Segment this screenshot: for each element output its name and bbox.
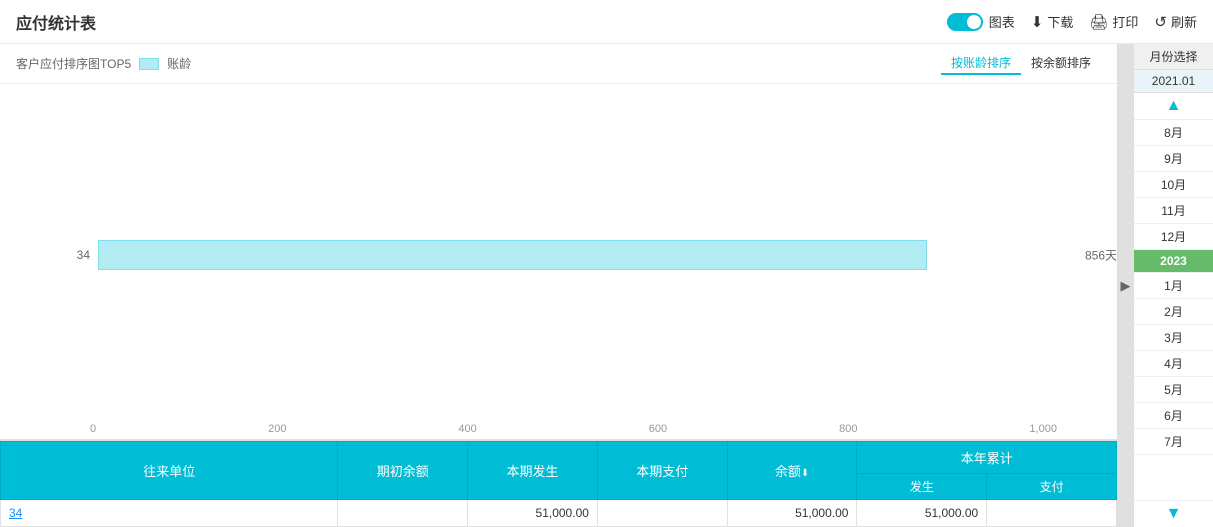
scroll-down-icon: ▼ bbox=[1166, 505, 1182, 523]
header-actions: 图表 ⬇ 下载 🖨 打印 ↺ 刷新 bbox=[947, 12, 1197, 31]
cell-current-pay bbox=[597, 500, 727, 527]
col-header-current-occur: 本期发生 bbox=[468, 442, 598, 500]
scroll-up-icon: ▲ bbox=[1166, 97, 1182, 115]
print-label: 打印 bbox=[1112, 12, 1138, 31]
legend-box bbox=[139, 58, 159, 70]
sidebar-month-item[interactable]: 6月 bbox=[1134, 403, 1213, 429]
sidebar-month-item[interactable]: 8月 bbox=[1134, 120, 1213, 146]
table-row: 34 51,000.00 51,000.00 51,000.00 bbox=[1, 500, 1117, 527]
download-icon: ⬇ bbox=[1031, 13, 1044, 31]
sidebar-month-item[interactable]: 4月 bbox=[1134, 351, 1213, 377]
refresh-button[interactable]: ↺ 刷新 bbox=[1154, 12, 1197, 31]
sidebar-collapse-button[interactable]: ▶ bbox=[1117, 44, 1133, 527]
chart-toggle-label: 图表 bbox=[989, 12, 1015, 31]
x-axis-800: 800 bbox=[839, 423, 857, 435]
table-wrapper: 往来单位 期初余额 本期发生 本期支付 余额⬇ 本年累计 发生 bbox=[0, 441, 1117, 527]
chart-body: 34 856天 0 200 400 600 800 1,000 bbox=[0, 84, 1117, 439]
col-header-balance: 余额⬇ bbox=[727, 442, 857, 500]
collapse-arrow-icon: ▶ bbox=[1121, 278, 1131, 294]
sidebar-month-item[interactable]: 7月 bbox=[1134, 429, 1213, 455]
sidebar-scroll-down-button[interactable]: ▼ bbox=[1134, 500, 1213, 527]
col-header-ytd: 本年累计 bbox=[857, 442, 1117, 474]
print-button[interactable]: 🖨 打印 bbox=[1089, 12, 1138, 31]
sidebar-month-item[interactable]: 2月 bbox=[1134, 299, 1213, 325]
cell-ytd-occur: 51,000.00 bbox=[857, 500, 987, 527]
sidebar-month-item[interactable]: 1月 bbox=[1134, 273, 1213, 299]
sidebar-month-item[interactable]: 9月 bbox=[1134, 146, 1213, 172]
x-axis-600: 600 bbox=[649, 423, 667, 435]
sort-by-age-button[interactable]: 按账龄排序 bbox=[941, 52, 1021, 75]
cell-opening bbox=[338, 500, 468, 527]
legend-label: 客户应付排序图TOP5 bbox=[16, 55, 131, 72]
chart-section: 客户应付排序图TOP5 账龄 按账龄排序 按余额排序 34 bbox=[0, 44, 1117, 527]
cell-balance: 51,000.00 bbox=[727, 500, 857, 527]
download-label: 下载 bbox=[1047, 12, 1073, 31]
print-icon: 🖨 bbox=[1089, 13, 1108, 31]
sidebar-month-item[interactable]: 2023 bbox=[1134, 250, 1213, 273]
x-axis: 0 200 400 600 800 1,000 bbox=[10, 419, 1107, 439]
cell-current-occur: 51,000.00 bbox=[468, 500, 598, 527]
col-header-ytd-occur: 发生 bbox=[857, 474, 987, 500]
sidebar-scroll-up-button[interactable]: ▲ bbox=[1134, 93, 1213, 120]
sort-by-balance-button[interactable]: 按余额排序 bbox=[1021, 52, 1101, 75]
sidebar-month-item[interactable]: 3月 bbox=[1134, 325, 1213, 351]
x-axis-200: 200 bbox=[268, 423, 286, 435]
chart-header: 客户应付排序图TOP5 账龄 按账龄排序 按余额排序 bbox=[0, 44, 1117, 84]
col-header-ytd-pay: 支付 bbox=[987, 474, 1117, 500]
refresh-icon: ↺ bbox=[1154, 13, 1167, 31]
col-header-unit: 往来单位 bbox=[1, 442, 338, 500]
table-header-row: 往来单位 期初余额 本期发生 本期支付 余额⬇ 本年累计 bbox=[1, 442, 1117, 474]
col-header-current-pay: 本期支付 bbox=[597, 442, 727, 500]
x-axis-400: 400 bbox=[458, 423, 476, 435]
data-table: 往来单位 期初余额 本期发生 本期支付 余额⬇ 本年累计 发生 bbox=[0, 441, 1117, 527]
unit-link[interactable]: 34 bbox=[9, 506, 22, 520]
col-header-opening: 期初余额 bbox=[338, 442, 468, 500]
refresh-label: 刷新 bbox=[1171, 12, 1197, 31]
sidebar-year-input[interactable]: 2021.01 bbox=[1134, 70, 1213, 93]
sidebar-month-item[interactable]: 11月 bbox=[1134, 198, 1213, 224]
cell-ytd-pay bbox=[987, 500, 1117, 527]
app-header: 应付统计表 图表 ⬇ 下载 🖨 打印 ↺ 刷新 bbox=[0, 0, 1213, 44]
bar-fill bbox=[98, 240, 927, 270]
cell-unit: 34 bbox=[1, 500, 338, 527]
bar-end-label: 856天 bbox=[1085, 246, 1117, 263]
right-sidebar: 月份选择 2021.01 ▲ 8月9月10月11月12月20231月2月3月4月… bbox=[1133, 44, 1213, 527]
page-title: 应付统计表 bbox=[16, 10, 96, 34]
bar-chart-area: 34 856天 bbox=[10, 94, 1107, 419]
x-axis-0: 0 bbox=[90, 423, 96, 435]
main-content: 客户应付排序图TOP5 账龄 按账龄排序 按余额排序 34 bbox=[0, 44, 1213, 527]
bar-track: 856天 bbox=[98, 240, 1067, 270]
download-button[interactable]: ⬇ 下载 bbox=[1031, 12, 1074, 31]
sidebar-month-list: 8月9月10月11月12月20231月2月3月4月5月6月7月 bbox=[1134, 120, 1213, 500]
table-section: 往来单位 期初余额 本期发生 本期支付 余额⬇ 本年累计 发生 bbox=[0, 439, 1117, 527]
chart-sort-buttons: 按账龄排序 按余额排序 bbox=[941, 52, 1101, 75]
sidebar-header-label: 月份选择 bbox=[1134, 44, 1213, 70]
sidebar-month-item[interactable]: 12月 bbox=[1134, 224, 1213, 250]
bar-row-label: 34 bbox=[60, 248, 90, 262]
sidebar-month-item[interactable]: 10月 bbox=[1134, 172, 1213, 198]
x-axis-1000: 1,000 bbox=[1029, 423, 1057, 435]
chart-toggle-wrap[interactable]: 图表 bbox=[947, 12, 1015, 31]
sidebar-month-item[interactable]: 5月 bbox=[1134, 377, 1213, 403]
bar-row: 34 856天 bbox=[60, 240, 1067, 270]
chart-legend: 客户应付排序图TOP5 账龄 bbox=[16, 55, 191, 72]
chart-toggle[interactable] bbox=[947, 13, 983, 31]
legend-box-label: 账龄 bbox=[167, 55, 191, 72]
